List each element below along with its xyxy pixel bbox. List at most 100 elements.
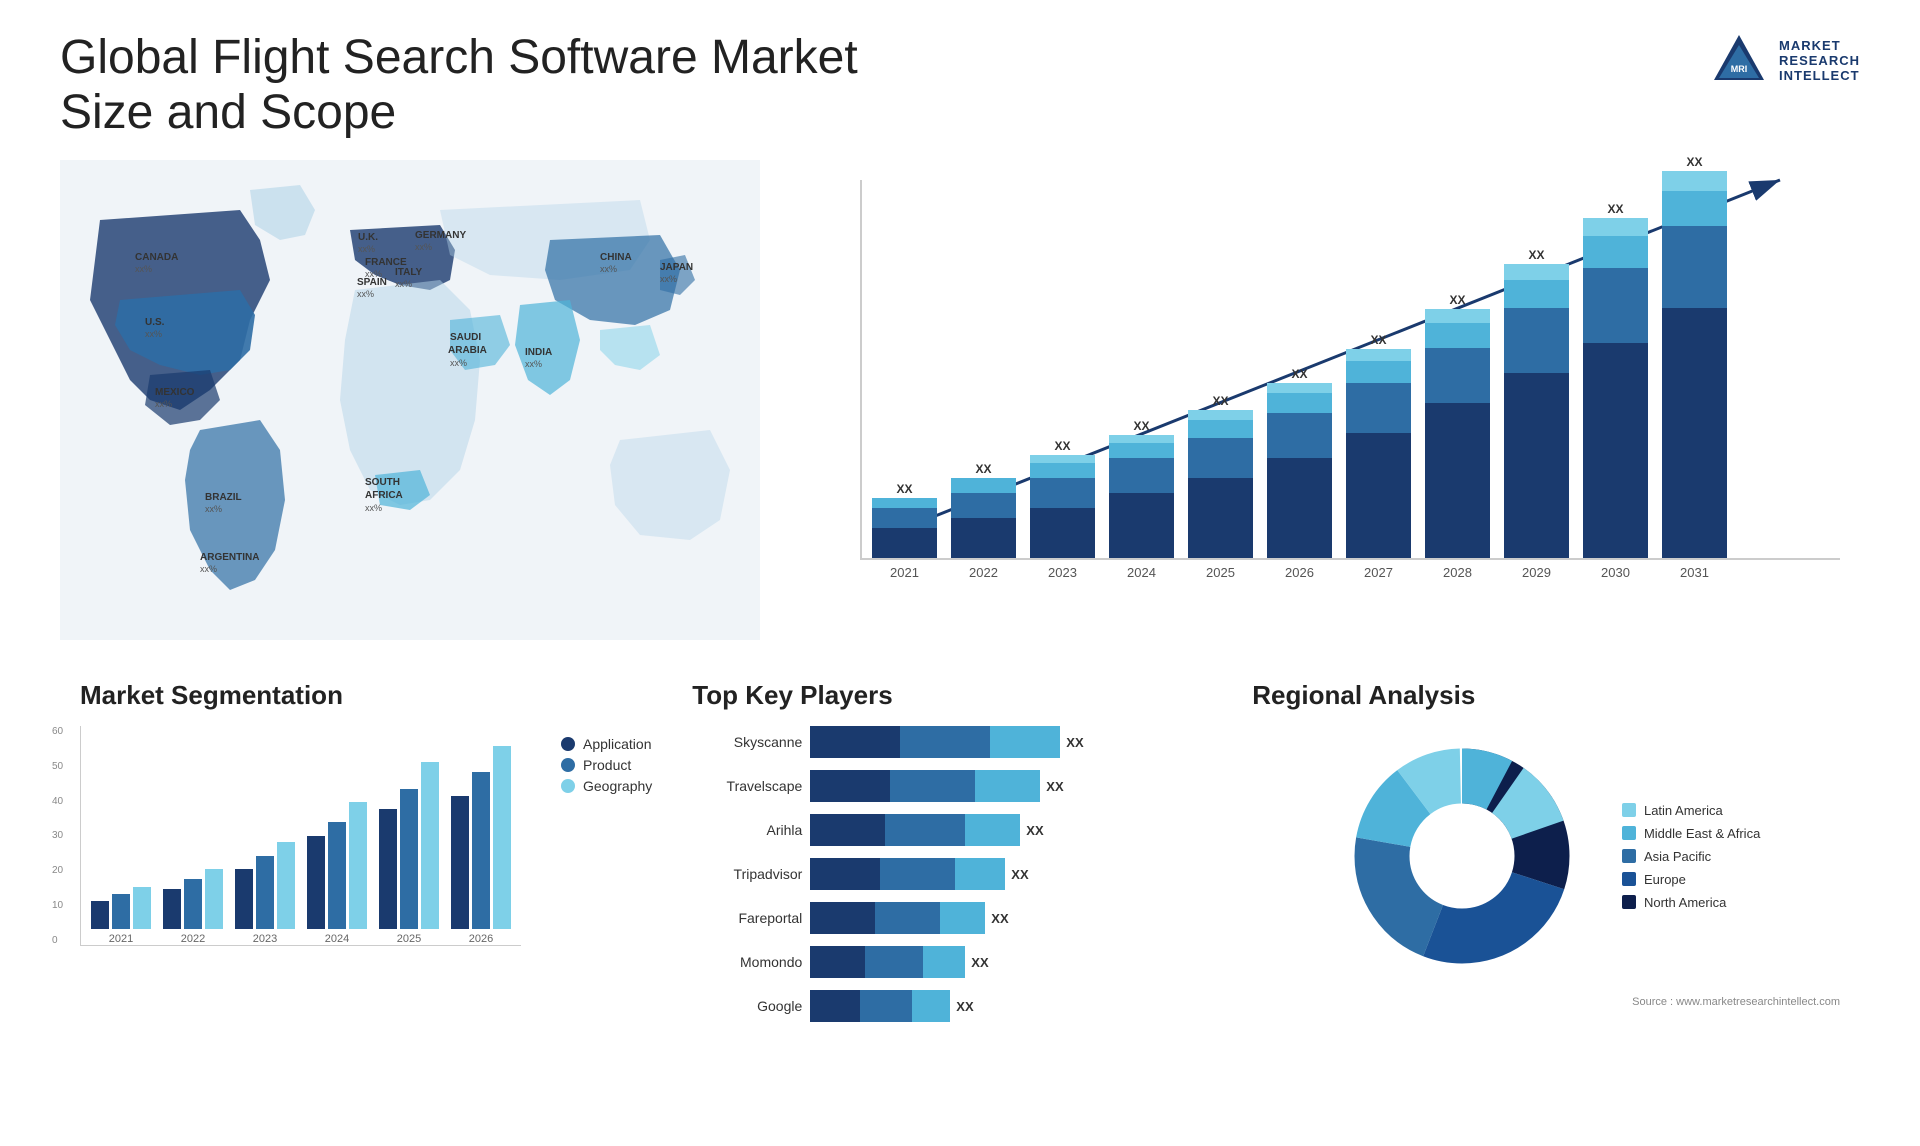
svg-text:GERMANY: GERMANY <box>415 230 466 241</box>
player-name-tripadvisor: Tripadvisor <box>692 866 802 882</box>
donut-area: Latin America Middle East & Africa Asia … <box>1332 726 1760 986</box>
player-val-arihla: XX <box>1026 823 1043 838</box>
latin-america-square <box>1622 803 1636 817</box>
bar-2024: XX <box>1109 419 1174 558</box>
bar-2021: XX <box>872 482 937 558</box>
bar-2023: XX <box>1030 439 1095 558</box>
europe-square <box>1622 872 1636 886</box>
logo-icon: MRI <box>1709 30 1769 90</box>
bars-group: XX XX <box>872 180 1727 558</box>
svg-text:xx%: xx% <box>135 264 152 274</box>
player-row-tripadvisor: Tripadvisor XX <box>692 858 1212 890</box>
svg-text:SPAIN: SPAIN <box>357 277 387 288</box>
svg-text:xx%: xx% <box>200 564 217 574</box>
svg-text:xx%: xx% <box>660 274 677 284</box>
logo-text: MARKET RESEARCH INTELLECT <box>1779 38 1860 83</box>
svg-text:xx%: xx% <box>450 358 467 368</box>
player-row-momondo: Momondo XX <box>692 946 1212 978</box>
player-val-travelscape: XX <box>1046 779 1063 794</box>
svg-text:xx%: xx% <box>357 289 374 299</box>
svg-text:xx%: xx% <box>415 242 432 252</box>
market-segmentation: Market Segmentation 0 10 20 30 40 50 60 <box>60 670 672 1044</box>
x-axis-labels: 2021 2022 2023 2024 2025 2026 2027 2028 … <box>862 560 1840 580</box>
svg-text:xx%: xx% <box>600 264 617 274</box>
seg-group-2022: 2022 <box>163 869 223 945</box>
bar-2031: XX <box>1662 155 1727 558</box>
svg-text:xx%: xx% <box>358 244 375 254</box>
bar-2026: XX <box>1267 367 1332 558</box>
geography-dot <box>561 779 575 793</box>
bar-2028: XX <box>1425 293 1490 558</box>
regional-legend: Latin America Middle East & Africa Asia … <box>1622 803 1760 910</box>
seg-group-2024: 2024 <box>307 802 367 945</box>
seg-group-2025: 2025 <box>379 762 439 945</box>
page: Global Flight Search Software Market Siz… <box>0 0 1920 1146</box>
player-val-momondo: XX <box>971 955 988 970</box>
page-title: Global Flight Search Software Market Siz… <box>60 30 960 140</box>
players-title: Top Key Players <box>692 680 1212 711</box>
svg-text:xx%: xx% <box>365 503 382 513</box>
north-america-square <box>1622 895 1636 909</box>
main-bar-chart-container: XX XX <box>800 160 1860 640</box>
player-row-arihla: Arihla XX <box>692 814 1212 846</box>
player-val-skyscanne: XX <box>1066 735 1083 750</box>
svg-text:CANADA: CANADA <box>135 252 178 263</box>
key-players: Top Key Players Skyscanne XX Travelscape <box>672 670 1232 1044</box>
svg-text:SOUTH: SOUTH <box>365 477 400 488</box>
svg-text:MRI: MRI <box>1731 64 1748 74</box>
legend-europe: Europe <box>1622 872 1760 887</box>
player-name-google: Google <box>692 998 802 1014</box>
bar-2025: XX <box>1188 394 1253 558</box>
player-row-skyscanne: Skyscanne XX <box>692 726 1212 758</box>
svg-text:xx%: xx% <box>395 279 412 289</box>
seg-chart-wrapper: 0 10 20 30 40 50 60 <box>80 726 521 946</box>
player-name-travelscape: Travelscape <box>692 778 802 794</box>
player-name-momondo: Momondo <box>692 954 802 970</box>
map-container: CANADA xx% U.S. xx% MEXICO xx% BRAZIL xx… <box>60 160 760 640</box>
svg-text:JAPAN: JAPAN <box>660 262 693 273</box>
bar-2030: XX <box>1583 202 1648 558</box>
seg-group-2023: 2023 <box>235 842 295 945</box>
application-dot <box>561 737 575 751</box>
player-name-fareportal: Fareportal <box>692 910 802 926</box>
seg-group-2021: 2021 <box>91 887 151 945</box>
donut-chart-svg <box>1332 726 1592 986</box>
svg-text:U.K.: U.K. <box>358 232 378 243</box>
middle-east-africa-square <box>1622 826 1636 840</box>
main-bar-area: XX XX <box>860 180 1840 560</box>
svg-text:ARGENTINA: ARGENTINA <box>200 552 259 563</box>
player-name-skyscanne: Skyscanne <box>692 734 802 750</box>
svg-text:BRAZIL: BRAZIL <box>205 492 242 503</box>
svg-text:SAUDI: SAUDI <box>450 332 481 343</box>
legend-asia-pacific: Asia Pacific <box>1622 849 1760 864</box>
seg-legend-application: Application <box>561 736 652 752</box>
seg-title: Market Segmentation <box>80 680 652 711</box>
svg-text:ARABIA: ARABIA <box>448 345 487 356</box>
player-val-tripadvisor: XX <box>1011 867 1028 882</box>
legend-latin-america: Latin America <box>1622 803 1760 818</box>
player-name-arihla: Arihla <box>692 822 802 838</box>
svg-text:INDIA: INDIA <box>525 347 552 358</box>
svg-text:xx%: xx% <box>525 359 542 369</box>
bar-2029: XX <box>1504 248 1569 558</box>
seg-y-labels: 0 10 20 30 40 50 60 <box>52 726 63 946</box>
svg-text:ITALY: ITALY <box>395 267 423 278</box>
player-row-fareportal: Fareportal XX <box>692 902 1212 934</box>
player-val-google: XX <box>956 999 973 1014</box>
legend-north-america: North America <box>1622 895 1760 910</box>
svg-text:U.S.: U.S. <box>145 317 165 328</box>
svg-text:xx%: xx% <box>155 399 172 409</box>
product-dot <box>561 758 575 772</box>
svg-text:AFRICA: AFRICA <box>365 490 403 501</box>
svg-text:xx%: xx% <box>145 329 162 339</box>
seg-bars-area: 2021 2022 <box>80 726 521 946</box>
regional-title: Regional Analysis <box>1252 680 1475 711</box>
seg-group-2026: 2026 <box>451 746 511 945</box>
seg-legend: Application Product Geography <box>541 736 652 946</box>
legend-middle-east-africa: Middle East & Africa <box>1622 826 1760 841</box>
world-map-svg: CANADA xx% U.S. xx% MEXICO xx% BRAZIL xx… <box>60 160 760 640</box>
main-chart-wrapper: XX XX <box>860 180 1840 600</box>
svg-text:CHINA: CHINA <box>600 252 632 263</box>
logo: MRI MARKET RESEARCH INTELLECT <box>1709 30 1860 90</box>
svg-text:xx%: xx% <box>205 504 222 514</box>
